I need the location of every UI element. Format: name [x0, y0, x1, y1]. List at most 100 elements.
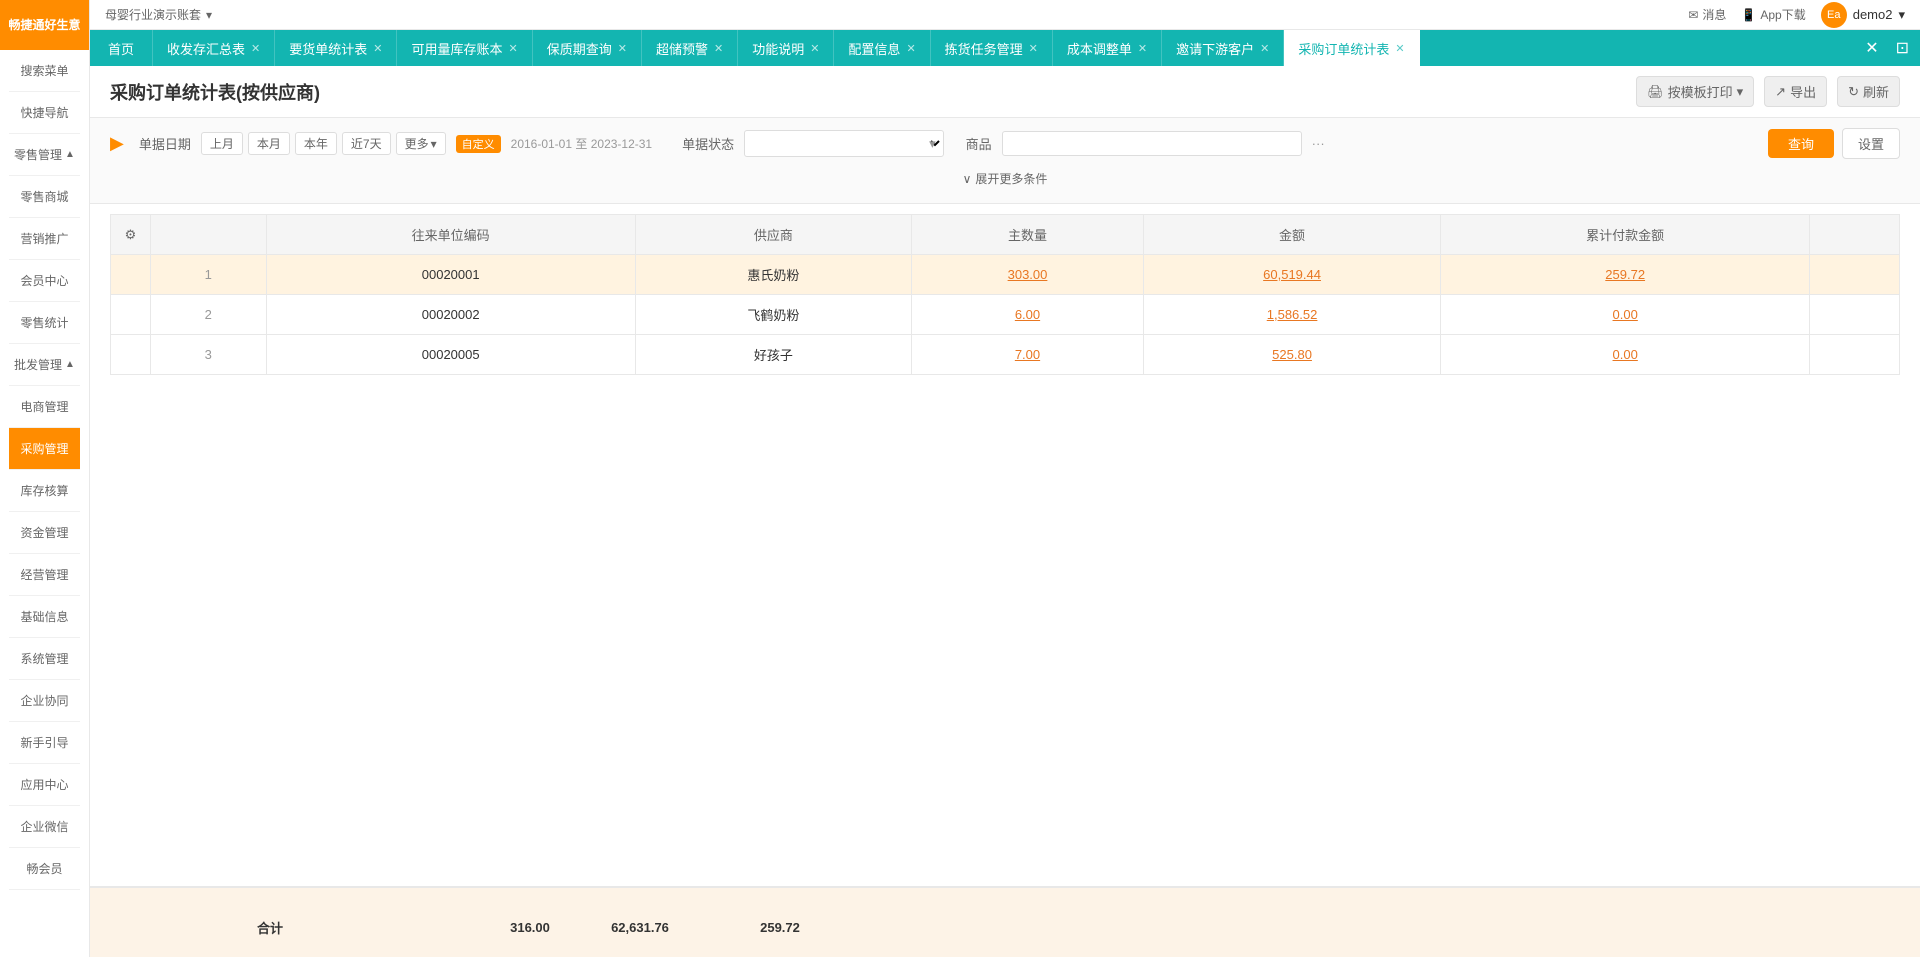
- table-header-row: ⚙ 往来单位编码 供应商 主数量 金额 累计付款金额: [111, 215, 1900, 255]
- col-settings[interactable]: ⚙: [111, 215, 151, 255]
- query-btn[interactable]: 查询: [1768, 129, 1834, 158]
- sidebar-item-member[interactable]: 会员中心: [9, 260, 80, 302]
- table-row: 2 00020002 飞鹤奶粉 6.00 1,586.52 0.00: [111, 295, 1900, 335]
- sidebar-item-wechat[interactable]: 企业微信: [9, 806, 80, 848]
- row-paid-amount[interactable]: 259.72: [1441, 255, 1810, 295]
- nav-tab-keyong[interactable]: 可用量库存账本✕: [397, 30, 532, 66]
- nav-tab-baozhi[interactable]: 保质期查询✕: [533, 30, 642, 66]
- sidebar-item-quicknav[interactable]: 快捷导航: [9, 92, 80, 134]
- sidebar-item-system[interactable]: 系统管理: [9, 638, 80, 680]
- sidebar-item-enterprise[interactable]: 企业协同: [9, 680, 80, 722]
- data-table: ⚙ 往来单位编码 供应商 主数量 金额 累计付款金额 1 00020001 惠氏…: [110, 214, 1900, 375]
- sidebar-label: 采购管理: [20, 442, 68, 456]
- logo-text: 畅捷通好生意: [8, 18, 80, 32]
- row-extra: [1810, 295, 1900, 335]
- sidebar-item-vip[interactable]: 畅会员: [9, 848, 80, 890]
- tab-close-btn[interactable]: ✕: [810, 42, 819, 55]
- nav-tab-yaoqingyou[interactable]: 邀请下游客户✕: [1162, 30, 1284, 66]
- date-to: 2023-12-31: [591, 137, 652, 151]
- nav-tab-gongneng[interactable]: 功能说明✕: [738, 30, 834, 66]
- shortcut-7days[interactable]: 近7天: [342, 132, 391, 155]
- user-dropdown-arrow: ▾: [1898, 7, 1905, 23]
- maximize-btn[interactable]: ⊡: [1890, 35, 1915, 61]
- shortcut-more[interactable]: 更多 ▾: [396, 132, 446, 155]
- nav-tab-shoufahui[interactable]: 收发存汇总表✕: [153, 30, 275, 66]
- row-amount[interactable]: 60,519.44: [1144, 255, 1441, 295]
- date-filter-label: 单据日期: [139, 134, 191, 153]
- sidebar-item-marketing[interactable]: 营销推广: [9, 218, 80, 260]
- shortcut-this-year[interactable]: 本年: [295, 132, 337, 155]
- sidebar-item-retail[interactable]: 零售管理▲: [9, 134, 80, 176]
- nav-tab-chengbentiaoz[interactable]: 成本调整单 ✕: [1053, 30, 1162, 66]
- app-download-btn[interactable]: 📱 App下载: [1741, 6, 1805, 23]
- sidebar-item-purchase[interactable]: 采购管理: [9, 428, 80, 470]
- tab-close-btn[interactable]: ✕: [1395, 42, 1404, 55]
- nav-tab-chaochuxia[interactable]: 超储预警✕: [642, 30, 738, 66]
- dropdown-arrow[interactable]: ▾: [206, 8, 212, 22]
- refresh-btn[interactable]: ↻ 刷新: [1837, 76, 1900, 107]
- goods-more-icon[interactable]: ···: [1312, 136, 1325, 151]
- sidebar-item-inventory[interactable]: 库存核算: [9, 470, 80, 512]
- page-header: 采购订单统计表(按供应商) 🖨 按模板打印 ▾ ↗ 导出 ↻ 刷新: [90, 66, 1920, 118]
- tab-close-btn[interactable]: ✕: [714, 42, 723, 55]
- filter-area: ▶ 单据日期 上月 本月 本年 近7天 更多 ▾ 自定义 2016-01-01 …: [90, 118, 1920, 204]
- row-amount[interactable]: 525.80: [1144, 335, 1441, 375]
- row-main-qty[interactable]: 6.00: [911, 295, 1143, 335]
- row-paid-amount[interactable]: 0.00: [1441, 295, 1810, 335]
- row-amount[interactable]: 1,586.52: [1144, 295, 1441, 335]
- expand-arrow-icon: ▲: [65, 149, 75, 160]
- sidebar-item-basic[interactable]: 基础信息: [9, 596, 80, 638]
- sidebar-label: 资金管理: [20, 526, 68, 540]
- collapse-btn[interactable]: ▶: [110, 133, 124, 154]
- message-btn[interactable]: ✉ 消息: [1688, 6, 1726, 23]
- row-main-qty[interactable]: 7.00: [911, 335, 1143, 375]
- shortcut-last-month[interactable]: 上月: [201, 132, 243, 155]
- table-row: 3 00020005 好孩子 7.00 525.80 0.00: [111, 335, 1900, 375]
- export-btn[interactable]: ↗ 导出: [1764, 76, 1827, 107]
- sidebar-item-finance[interactable]: 资金管理: [9, 512, 80, 554]
- expand-more-row: ∨ 展开更多条件: [110, 164, 1900, 193]
- sidebar-label: 新手引导: [20, 736, 68, 750]
- nav-tab-caigou[interactable]: 采购订单统计表✕: [1284, 30, 1419, 66]
- user-area[interactable]: Ea demo2 ▾: [1821, 2, 1905, 28]
- row-no: 2: [151, 295, 267, 335]
- sidebar-item-wholesale[interactable]: 批发管理▲: [9, 344, 80, 386]
- sidebar-item-operations[interactable]: 经营管理: [9, 554, 80, 596]
- tab-label: 拣货任务管理: [945, 39, 1023, 58]
- row-main-qty[interactable]: 303.00: [911, 255, 1143, 295]
- nav-tab-peizhi[interactable]: 配置信息✕: [834, 30, 930, 66]
- nav-tab-paihuorenwu[interactable]: 拣货任务管理 ✕: [931, 30, 1053, 66]
- row-supplier-code: 00020002: [266, 295, 635, 335]
- nav-tab-yaohuo[interactable]: 要货单统计表✕: [275, 30, 397, 66]
- footer-paid: 259.72: [700, 908, 860, 947]
- tab-close-btn[interactable]: ✕: [618, 42, 627, 55]
- goods-input[interactable]: [1002, 131, 1302, 156]
- sidebar-item-newguide[interactable]: 新手引导: [9, 722, 80, 764]
- shortcut-this-month[interactable]: 本月: [248, 132, 290, 155]
- col-extra: [1810, 215, 1900, 255]
- goods-label: 商品: [966, 134, 992, 153]
- tab-close-btn[interactable]: ✕: [251, 42, 260, 55]
- tab-label: 成本调整单: [1067, 39, 1132, 58]
- sidebar-label: 电商管理: [20, 400, 68, 414]
- sidebar-item-retail-mall[interactable]: 零售商城: [9, 176, 80, 218]
- tab-close-btn[interactable]: ✕: [1260, 42, 1269, 55]
- expand-more-btn[interactable]: ∨ 展开更多条件: [957, 164, 1054, 193]
- print-btn[interactable]: 🖨 按模板打印 ▾: [1636, 76, 1754, 107]
- tab-close-btn[interactable]: ✕: [373, 42, 382, 55]
- tab-close-btn[interactable]: ✕: [509, 42, 518, 55]
- date-range: 2016-01-01 至 2023-12-31: [511, 135, 652, 152]
- settings-btn[interactable]: 设置: [1842, 128, 1900, 159]
- close-all-tabs-btn[interactable]: ✕: [1859, 35, 1884, 61]
- sidebar-item-retail-stats[interactable]: 零售统计: [9, 302, 80, 344]
- status-select[interactable]: [744, 130, 944, 157]
- row-paid-amount[interactable]: 0.00: [1441, 335, 1810, 375]
- tab-close-btn[interactable]: ✕: [906, 42, 915, 55]
- tab-close-btn[interactable]: ✕: [1029, 42, 1038, 55]
- sidebar-item-ecommerce[interactable]: 电商管理: [9, 386, 80, 428]
- nav-tab-home[interactable]: 首页: [90, 30, 153, 66]
- sidebar-item-search[interactable]: 搜索菜单: [9, 50, 80, 92]
- sidebar-item-appcenter[interactable]: 应用中心: [9, 764, 80, 806]
- tab-close-btn[interactable]: ✕: [1138, 42, 1147, 55]
- refresh-label: 刷新: [1863, 82, 1889, 101]
